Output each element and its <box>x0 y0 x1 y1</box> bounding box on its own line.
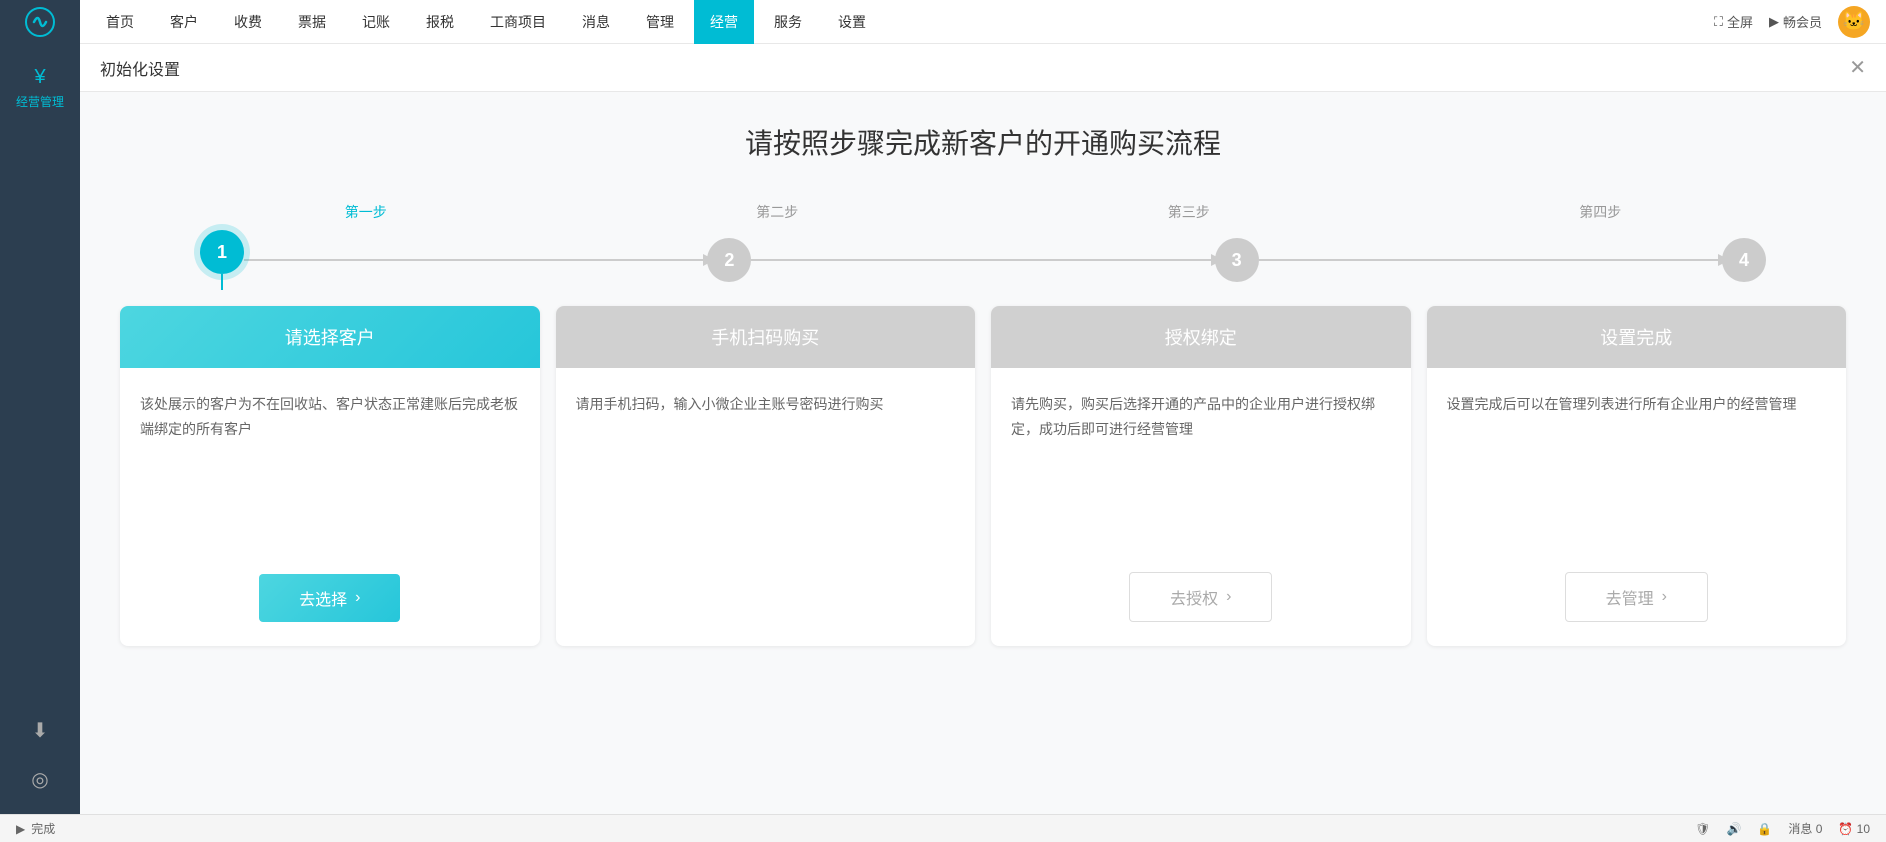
step-4-action-button[interactable]: 去管理 › <box>1565 572 1708 622</box>
step-1-action-button[interactable]: 去选择 › <box>259 574 400 622</box>
nav-item-operation[interactable]: 经营 <box>694 0 754 44</box>
avatar[interactable]: 🐱 <box>1838 6 1870 38</box>
step-card-1-header: 请选择客户 <box>120 306 540 368</box>
nav-items: 首页 客户 收费 票据 记账 报税 工商项目 消息 管理 经营 服务 设置 <box>80 0 1714 44</box>
lock-icon: 🔒 <box>1757 822 1772 836</box>
nav-right: ⛶ 全屏 ▶ 畅会员 🐱 <box>1714 6 1886 38</box>
sidebar-item-operation[interactable]: ¥ 经营管理 <box>0 54 80 122</box>
nav-item-manage[interactable]: 管理 <box>630 0 690 44</box>
step-1-btn-label: 去选择 <box>299 586 347 610</box>
step-card-2-title: 手机扫码购买 <box>711 328 819 348</box>
step-3-label: 第三步 <box>1168 204 1210 220</box>
fullscreen-label: 全屏 <box>1727 12 1753 31</box>
logo-area <box>0 0 80 44</box>
main-layout: ¥ 经营管理 ⬇ ◎ 初始化设置 ✕ 请按照步骤完成新客户的开通购买流程 <box>0 44 1886 814</box>
fullscreen-icon: ⛶ <box>1714 14 1723 30</box>
status-left: ▶ 完成 <box>16 820 55 837</box>
nav-item-customer[interactable]: 客户 <box>154 0 214 44</box>
sidebar-item-download[interactable]: ⬇ <box>0 706 80 755</box>
step-card-4-title: 设置完成 <box>1600 328 1672 348</box>
step-card-1-footer: 去选择 › <box>120 558 540 646</box>
nav-item-business[interactable]: 工商项目 <box>474 0 562 44</box>
step-card-3-title: 授权绑定 <box>1165 328 1237 348</box>
steps-heading: 请按照步骤完成新客户的开通购买流程 <box>120 122 1846 162</box>
step-circle-3: 3 <box>1215 238 1259 282</box>
status-right: 🛡 🔊 🔒 消息 0 ⏰ 10 <box>1695 820 1870 837</box>
step-2-label: 第二步 <box>756 204 798 220</box>
step-card-4: 设置完成 设置完成后可以在管理列表进行所有企业用户的经营管理 去管理 › <box>1427 306 1847 646</box>
nav-item-settings[interactable]: 设置 <box>822 0 882 44</box>
step-3-btn-arrow: › <box>1226 588 1231 606</box>
step-card-4-footer: 去管理 › <box>1427 556 1847 646</box>
nav-item-home[interactable]: 首页 <box>90 0 150 44</box>
step-3-action-button[interactable]: 去授权 › <box>1129 572 1272 622</box>
steps-content: 请按照步骤完成新客户的开通购买流程 第一步 第二步 第三步 <box>80 92 1886 814</box>
step-card-3-header: 授权绑定 <box>991 306 1411 368</box>
step-card-3-footer: 去授权 › <box>991 556 1411 646</box>
step-circle-2: 2 <box>707 238 751 282</box>
top-nav: 首页 客户 收费 票据 记账 报税 工商项目 消息 管理 经营 服务 设置 ⛶ … <box>0 0 1886 44</box>
step-1-btn-arrow: › <box>355 589 360 607</box>
content-header: 初始化设置 ✕ <box>80 44 1886 92</box>
step-card-1: 请选择客户 该处展示的客户为不在回收站、客户状态正常建账后完成老板端绑定的所有客… <box>120 306 540 646</box>
volume-icon: 🔊 <box>1726 822 1741 836</box>
step-card-1-body: 该处展示的客户为不在回收站、客户状态正常建账后完成老板端绑定的所有客户 <box>120 368 540 558</box>
step-circle-4: 4 <box>1722 238 1766 282</box>
nav-item-fee[interactable]: 收费 <box>218 0 278 44</box>
shield-icon: 🛡 <box>1695 822 1710 836</box>
step-card-2-footer <box>556 606 976 646</box>
step-circle-1: 1 <box>200 230 244 274</box>
nav-item-tax[interactable]: 报税 <box>410 0 470 44</box>
sidebar: ¥ 经营管理 ⬇ ◎ <box>0 44 80 814</box>
step-card-2-header: 手机扫码购买 <box>556 306 976 368</box>
logo-icon <box>24 6 56 38</box>
step-card-2: 手机扫码购买 请用手机扫码，输入小微企业主账号密码进行购买 <box>556 306 976 646</box>
fullscreen-button[interactable]: ⛶ 全屏 <box>1714 12 1753 31</box>
vip-label: 畅会员 <box>1783 12 1822 31</box>
play-icon: ▶ <box>1769 14 1779 30</box>
nav-item-message[interactable]: 消息 <box>566 0 626 44</box>
sidebar-item-label: 经营管理 <box>16 93 64 110</box>
page-title: 初始化设置 <box>100 56 180 80</box>
step-1-label: 第一步 <box>345 204 387 220</box>
step-card-3-body: 请先购买，购买后选择开通的产品中的企业用户进行授权绑定，成功后即可进行经营管理 <box>991 368 1411 556</box>
step-card-2-body: 请用手机扫码，输入小微企业主账号密码进行购买 <box>556 368 976 606</box>
vip-button[interactable]: ▶ 畅会员 <box>1769 12 1822 31</box>
content-area: 初始化设置 ✕ 请按照步骤完成新客户的开通购买流程 第一步 第二步 <box>80 44 1886 814</box>
nav-item-service[interactable]: 服务 <box>758 0 818 44</box>
step-4-btn-arrow: › <box>1662 588 1667 606</box>
download-icon: ⬇ <box>32 718 49 743</box>
clock-icon: ⏰ 10 <box>1838 822 1870 836</box>
step-card-4-header: 设置完成 <box>1427 306 1847 368</box>
status-text: 完成 <box>31 820 55 837</box>
sidebar-item-support[interactable]: ◎ <box>0 755 80 804</box>
support-icon: ◎ <box>31 767 48 792</box>
step-4-btn-label: 去管理 <box>1606 585 1654 609</box>
status-bar: ▶ 完成 🛡 🔊 🔒 消息 0 ⏰ 10 <box>0 814 1886 842</box>
step-cards: 请选择客户 该处展示的客户为不在回收站、客户状态正常建账后完成老板端绑定的所有客… <box>120 306 1846 646</box>
step-card-4-body: 设置完成后可以在管理列表进行所有企业用户的经营管理 <box>1427 368 1847 556</box>
chat-icon: 消息 0 <box>1788 820 1822 837</box>
step-card-3: 授权绑定 请先购买，购买后选择开通的产品中的企业用户进行授权绑定，成功后即可进行… <box>991 306 1411 646</box>
close-button[interactable]: ✕ <box>1849 58 1866 78</box>
operation-icon: ¥ <box>34 66 45 89</box>
sidebar-bottom: ⬇ ◎ <box>0 706 80 804</box>
play-icon: ▶ <box>16 822 25 836</box>
step-3-btn-label: 去授权 <box>1170 585 1218 609</box>
step-card-1-title: 请选择客户 <box>285 328 375 348</box>
step-4-label: 第四步 <box>1579 204 1621 220</box>
nav-item-account[interactable]: 记账 <box>346 0 406 44</box>
nav-item-bill[interactable]: 票据 <box>282 0 342 44</box>
